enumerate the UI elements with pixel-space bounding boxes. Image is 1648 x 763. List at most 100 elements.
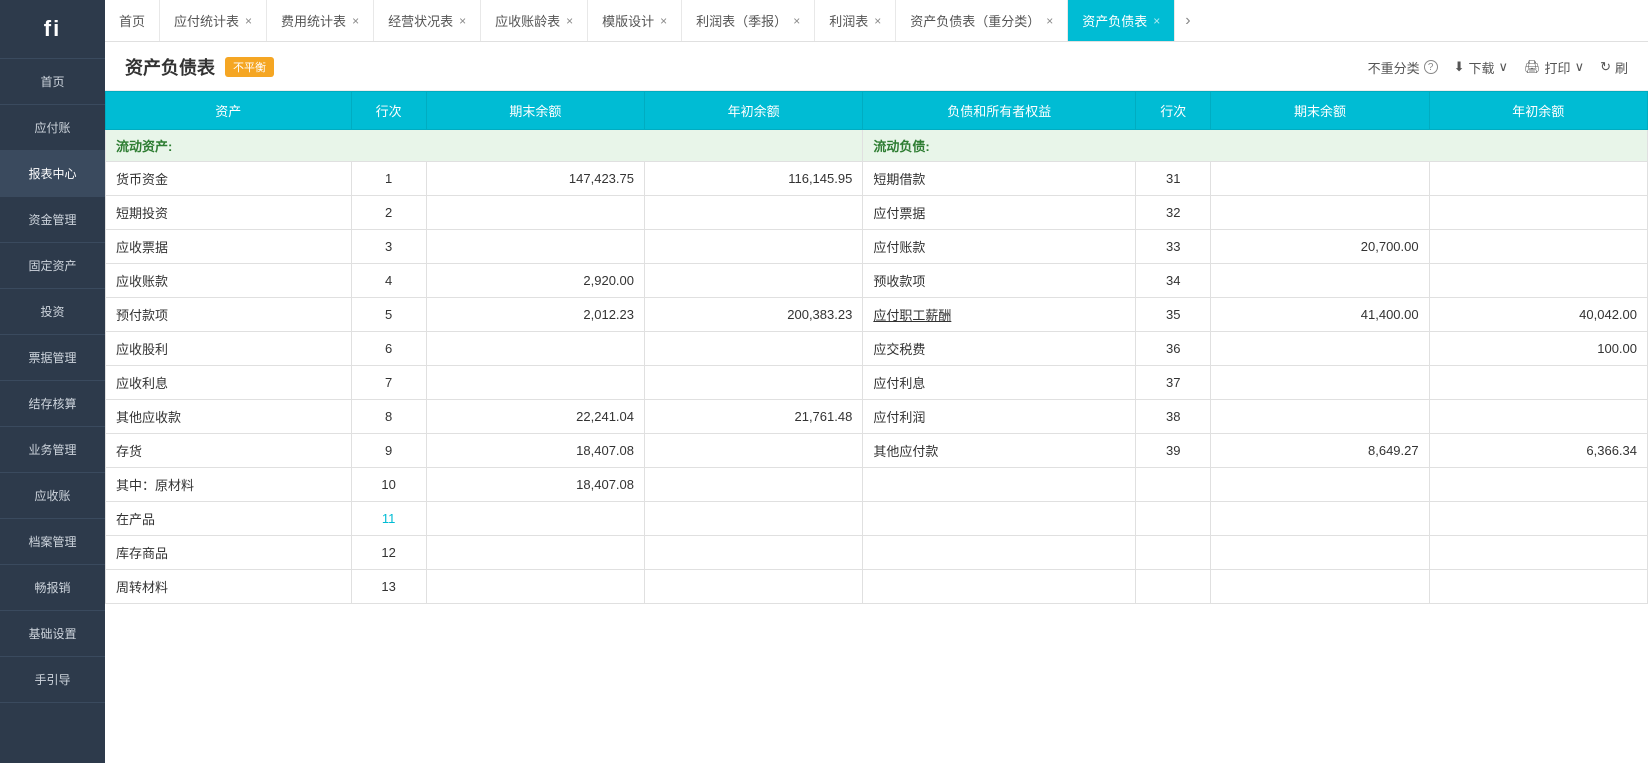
left-year	[645, 434, 863, 468]
left-year	[645, 264, 863, 298]
tab-template-close[interactable]: ×	[660, 14, 667, 28]
sidebar-item-fund[interactable]: 资金管理	[0, 197, 105, 243]
table-row: 预付款项 5 2,012.23 200,383.23 应付职工薪酬 35 41,…	[106, 298, 1648, 332]
section-left-label: 流动资产:	[106, 130, 863, 162]
page-title: 资产负债表	[125, 54, 215, 80]
table-row: 其中：原材料 10 18,407.08	[106, 468, 1648, 502]
left-name: 存货	[106, 434, 352, 468]
tab-balance[interactable]: 资产负债表 ×	[1068, 0, 1175, 41]
left-name: 预付款项	[106, 298, 352, 332]
left-period	[426, 332, 644, 366]
right-name	[863, 502, 1136, 536]
info-icon[interactable]: ?	[1424, 60, 1438, 74]
sidebar-item-settings[interactable]: 基础设置	[0, 611, 105, 657]
left-period	[426, 536, 644, 570]
right-period: 20,700.00	[1211, 230, 1429, 264]
sidebar-item-home[interactable]: 首页	[0, 59, 105, 105]
left-period: 18,407.08	[426, 468, 644, 502]
main-area: 首页 应付统计表 × 费用统计表 × 经营状况表 × 应收账龄表 × 模版设计 …	[105, 0, 1648, 763]
left-period	[426, 366, 644, 400]
tab-payable-stat[interactable]: 应付统计表 ×	[160, 0, 267, 41]
tab-balance-close[interactable]: ×	[1153, 14, 1160, 28]
left-name: 应收股利	[106, 332, 352, 366]
left-row: 12	[351, 536, 426, 570]
left-year	[645, 366, 863, 400]
sidebar-item-archive[interactable]: 档案管理	[0, 519, 105, 565]
right-row	[1136, 536, 1211, 570]
tab-nav-arrow[interactable]: ›	[1175, 12, 1200, 30]
toolbar-right: 不重分类 ? ⬇ 下载 ∨ 🖨 打印 ∨ ↻ 刷	[1368, 58, 1628, 77]
tab-balance-reclassify-label: 资产负债表（重分类）	[910, 11, 1040, 30]
right-name: 预收款项	[863, 264, 1136, 298]
sidebar: fi 首页 应付账 报表中心 资金管理 固定资产 投资 票据管理 结存核算 业务…	[0, 0, 105, 763]
tab-home[interactable]: 首页	[105, 0, 160, 41]
right-row	[1136, 570, 1211, 604]
left-period	[426, 570, 644, 604]
left-period	[426, 230, 644, 264]
download-icon: ⬇	[1454, 59, 1465, 75]
sidebar-item-payable[interactable]: 应付账	[0, 105, 105, 151]
sidebar-item-guide[interactable]: 手引导	[0, 657, 105, 703]
sidebar-item-report[interactable]: 报表中心	[0, 151, 105, 197]
tab-receivable-age[interactable]: 应收账龄表 ×	[481, 0, 588, 41]
tab-profit-close[interactable]: ×	[874, 14, 881, 28]
left-name: 应收利息	[106, 366, 352, 400]
unbalanced-badge: 不平衡	[225, 57, 274, 77]
right-name	[863, 536, 1136, 570]
tab-bar: 首页 应付统计表 × 费用统计表 × 经营状况表 × 应收账龄表 × 模版设计 …	[105, 0, 1648, 42]
tab-balance-reclassify-close[interactable]: ×	[1046, 14, 1053, 28]
tab-profit[interactable]: 利润表 ×	[815, 0, 896, 41]
right-period	[1211, 468, 1429, 502]
tab-expense-stat-close[interactable]: ×	[352, 14, 359, 28]
tab-receivable-age-close[interactable]: ×	[566, 14, 573, 28]
table-row: 货币资金 1 147,423.75 116,145.95 短期借款 31	[106, 162, 1648, 196]
download-chevron-icon: ∨	[1499, 59, 1509, 75]
right-row: 31	[1136, 162, 1211, 196]
left-name: 周转材料	[106, 570, 352, 604]
right-period	[1211, 502, 1429, 536]
right-row	[1136, 502, 1211, 536]
left-row: 5	[351, 298, 426, 332]
table-row: 其他应收款 8 22,241.04 21,761.48 应付利润 38	[106, 400, 1648, 434]
tab-payable-stat-label: 应付统计表	[174, 11, 239, 30]
left-year	[645, 570, 863, 604]
tab-operation[interactable]: 经营状况表 ×	[374, 0, 481, 41]
left-name: 应收账款	[106, 264, 352, 298]
th-row-num2: 行次	[1136, 92, 1211, 130]
sidebar-item-business[interactable]: 业务管理	[0, 427, 105, 473]
sidebar-item-fixed[interactable]: 固定资产	[0, 243, 105, 289]
print-btn[interactable]: 🖨 打印 ∨	[1524, 58, 1584, 77]
right-name: 短期借款	[863, 162, 1136, 196]
sidebar-item-expense[interactable]: 畅报销	[0, 565, 105, 611]
left-year	[645, 536, 863, 570]
tab-balance-reclassify[interactable]: 资产负债表（重分类） ×	[896, 0, 1068, 41]
sidebar-item-invest[interactable]: 投资	[0, 289, 105, 335]
reclassify-btn[interactable]: 不重分类 ?	[1368, 58, 1438, 77]
refresh-btn[interactable]: ↻ 刷	[1600, 58, 1628, 77]
right-year: 100.00	[1429, 332, 1647, 366]
table-row: 存货 9 18,407.08 其他应付款 39 8,649.27 6,366.3…	[106, 434, 1648, 468]
right-name: 应付票据	[863, 196, 1136, 230]
sidebar-item-stock[interactable]: 结存核算	[0, 381, 105, 427]
th-assets: 资产	[106, 92, 352, 130]
download-btn[interactable]: ⬇ 下载 ∨	[1454, 58, 1508, 77]
tab-profit-quarter[interactable]: 利润表（季报） ×	[682, 0, 815, 41]
left-name: 短期投资	[106, 196, 352, 230]
right-period	[1211, 264, 1429, 298]
refresh-label: 刷	[1615, 58, 1628, 77]
tab-operation-close[interactable]: ×	[459, 14, 466, 28]
right-year	[1429, 536, 1647, 570]
left-row: 8	[351, 400, 426, 434]
tab-template[interactable]: 模版设计 ×	[588, 0, 682, 41]
right-year: 40,042.00	[1429, 298, 1647, 332]
sidebar-item-receivable[interactable]: 应收账	[0, 473, 105, 519]
left-period: 2,012.23	[426, 298, 644, 332]
right-year	[1429, 400, 1647, 434]
sidebar-item-bill[interactable]: 票据管理	[0, 335, 105, 381]
print-chevron-icon: ∨	[1575, 59, 1585, 75]
right-year	[1429, 230, 1647, 264]
tab-profit-quarter-close[interactable]: ×	[793, 14, 800, 28]
tab-expense-stat[interactable]: 费用统计表 ×	[267, 0, 374, 41]
tab-payable-stat-close[interactable]: ×	[245, 14, 252, 28]
table-row: 应收账款 4 2,920.00 预收款项 34	[106, 264, 1648, 298]
